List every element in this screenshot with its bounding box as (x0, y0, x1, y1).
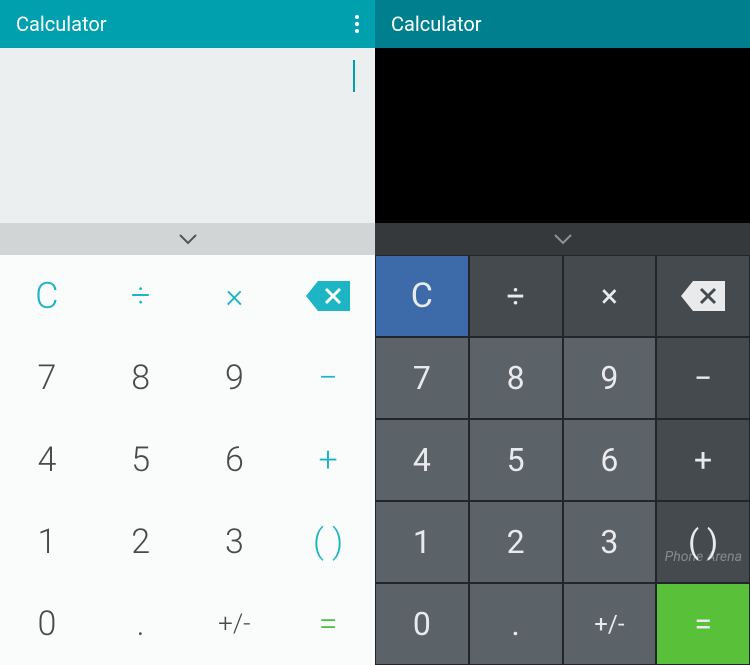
expand-handle[interactable] (375, 223, 750, 255)
calc-display[interactable] (0, 48, 375, 223)
digit-3-button[interactable]: 3 (188, 501, 282, 583)
paren-button[interactable]: ( ) (281, 501, 375, 583)
calculator-dark: Calculator C ÷ × 7 8 9 − 4 5 6 + 1 2 3 (… (375, 0, 750, 665)
digit-4-button[interactable]: 4 (0, 419, 94, 501)
app-header: Calculator (375, 0, 750, 48)
digit-6-button[interactable]: 6 (188, 419, 282, 501)
digit-8-button[interactable]: 8 (470, 338, 562, 418)
digit-9-button[interactable]: 9 (564, 338, 656, 418)
equals-button[interactable]: = (281, 583, 375, 665)
digit-4-button[interactable]: 4 (376, 420, 468, 500)
digit-1-button[interactable]: 1 (376, 502, 468, 582)
digit-1-button[interactable]: 1 (0, 501, 94, 583)
digit-8-button[interactable]: 8 (94, 337, 188, 419)
clear-button[interactable]: C (376, 256, 468, 336)
digit-5-button[interactable]: 5 (470, 420, 562, 500)
backspace-icon (681, 281, 725, 311)
digit-3-button[interactable]: 3 (564, 502, 656, 582)
digit-6-button[interactable]: 6 (564, 420, 656, 500)
text-cursor (353, 60, 355, 92)
expand-handle[interactable] (0, 223, 375, 255)
digit-0-button[interactable]: 0 (376, 584, 468, 664)
plus-minus-button[interactable]: +/- (188, 583, 282, 665)
digit-5-button[interactable]: 5 (94, 419, 188, 501)
calculator-light: Calculator C ÷ × 7 8 9 − 4 5 6 + 1 2 3 ( (0, 0, 375, 665)
multiply-button[interactable]: × (188, 255, 282, 337)
digit-2-button[interactable]: 2 (94, 501, 188, 583)
keypad: C ÷ × 7 8 9 − 4 5 6 + 1 2 3 ( ) 0 . +/- … (375, 255, 750, 665)
backspace-button[interactable] (657, 256, 749, 336)
clear-button[interactable]: C (0, 255, 94, 337)
plus-button[interactable]: + (281, 419, 375, 501)
app-header: Calculator (0, 0, 375, 48)
digit-9-button[interactable]: 9 (188, 337, 282, 419)
backspace-button[interactable] (281, 255, 375, 337)
digit-2-button[interactable]: 2 (470, 502, 562, 582)
keypad: C ÷ × 7 8 9 − 4 5 6 + 1 2 3 ( ) 0 . +/- … (0, 255, 375, 665)
equals-button[interactable]: = (657, 584, 749, 664)
decimal-button[interactable]: . (94, 583, 188, 665)
minus-button[interactable]: − (657, 338, 749, 418)
digit-0-button[interactable]: 0 (0, 583, 94, 665)
digit-7-button[interactable]: 7 (376, 338, 468, 418)
app-title: Calculator (391, 12, 482, 36)
backspace-icon (306, 281, 350, 311)
chevron-down-icon (551, 231, 575, 247)
plus-minus-button[interactable]: +/- (564, 584, 656, 664)
divide-button[interactable]: ÷ (94, 255, 188, 337)
plus-button[interactable]: + (657, 420, 749, 500)
paren-button[interactable]: ( ) (657, 502, 749, 582)
multiply-button[interactable]: × (564, 256, 656, 336)
more-options-icon[interactable] (355, 15, 359, 33)
digit-7-button[interactable]: 7 (0, 337, 94, 419)
divide-button[interactable]: ÷ (470, 256, 562, 336)
calc-display[interactable] (375, 48, 750, 223)
app-title: Calculator (16, 12, 107, 36)
decimal-button[interactable]: . (470, 584, 562, 664)
minus-button[interactable]: − (281, 337, 375, 419)
chevron-down-icon (176, 231, 200, 247)
